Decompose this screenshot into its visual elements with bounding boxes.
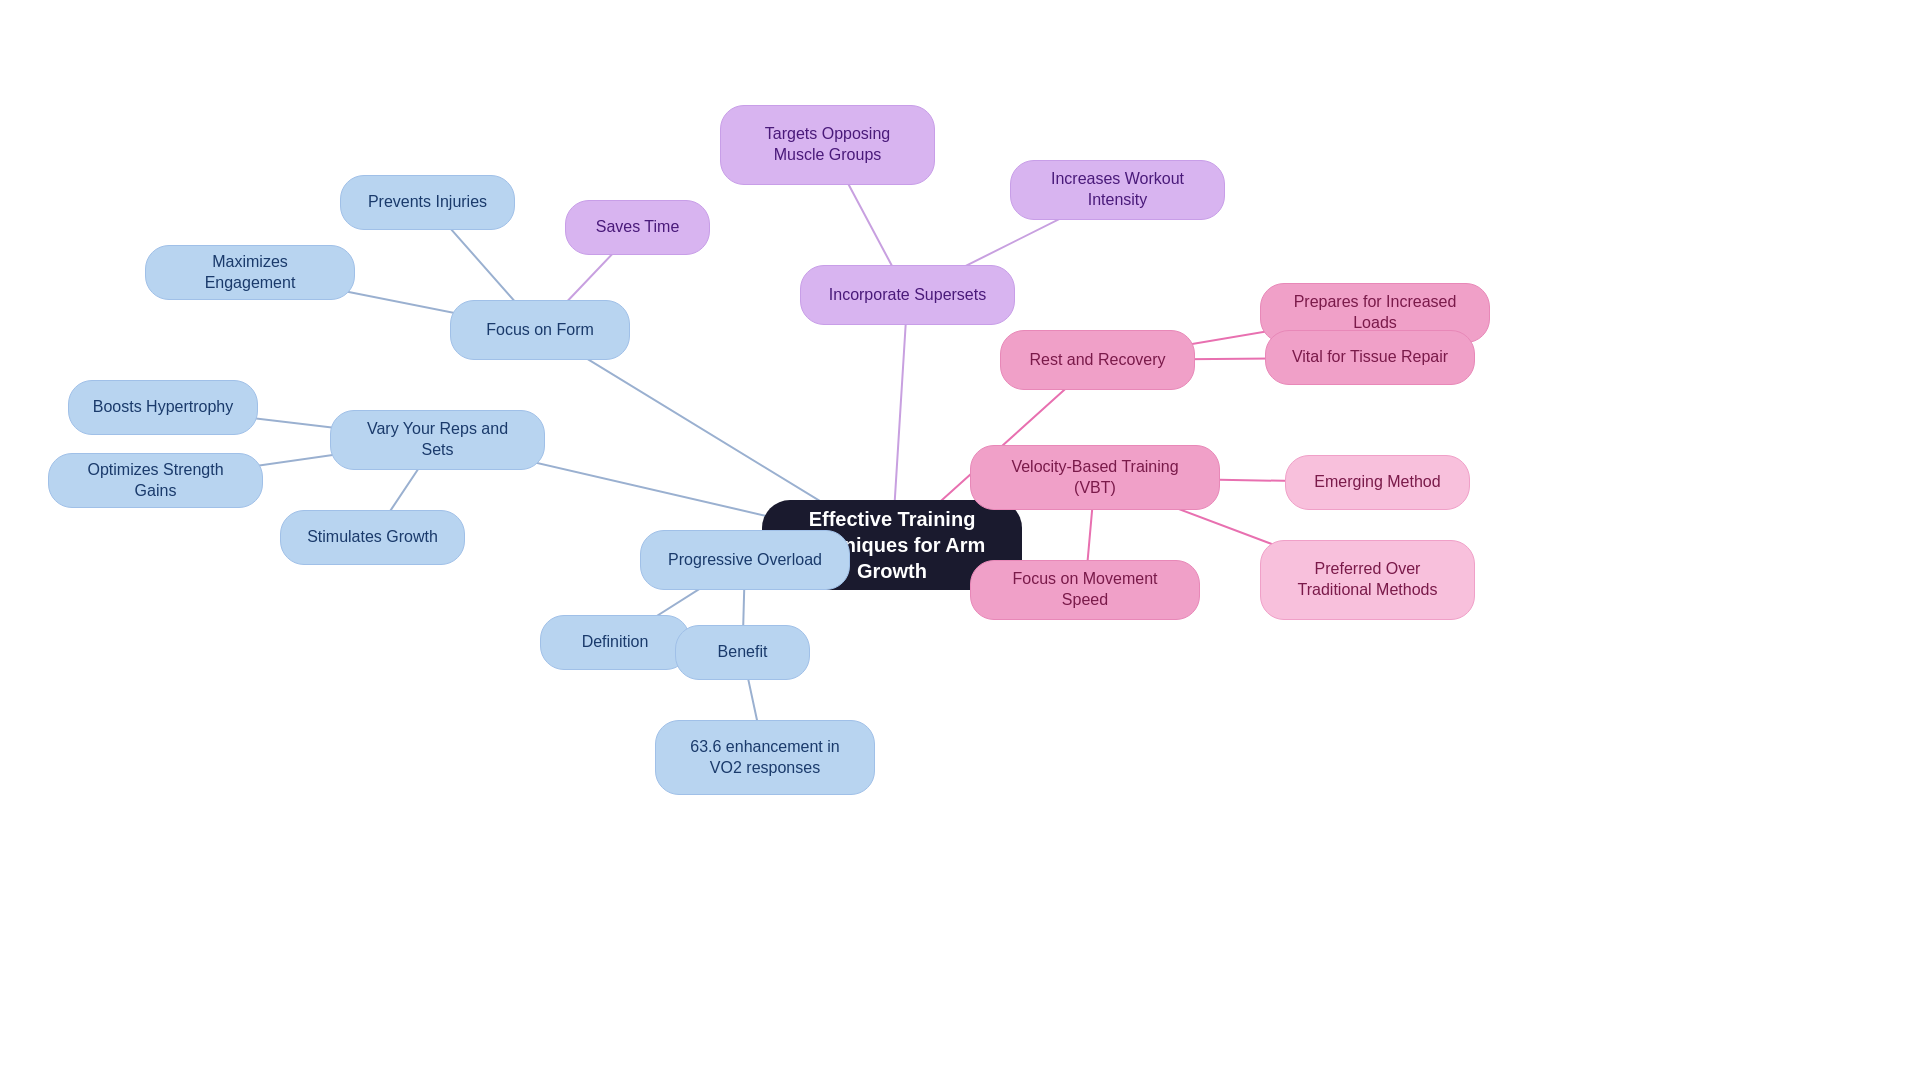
boosts-hypertrophy-node[interactable]: Boosts Hypertrophy <box>68 380 258 435</box>
preferred-traditional-node[interactable]: Preferred Over Traditional Methods <box>1260 540 1475 620</box>
emerging-method-node[interactable]: Emerging Method <box>1285 455 1470 510</box>
focus-form-label: Focus on Form <box>486 320 594 341</box>
targets-opposing-label: Targets Opposing Muscle Groups <box>741 124 914 166</box>
stimulates-growth-node[interactable]: Stimulates Growth <box>280 510 465 565</box>
prevents-injuries-label: Prevents Injuries <box>368 192 487 213</box>
focus-movement-node[interactable]: Focus on Movement Speed <box>970 560 1200 620</box>
maximizes-engagement-node[interactable]: Maximizes Engagement <box>145 245 355 300</box>
svg-line-7 <box>388 465 421 515</box>
svg-line-13 <box>846 180 893 268</box>
svg-line-10 <box>743 590 744 625</box>
stimulates-growth-label: Stimulates Growth <box>307 527 438 548</box>
vary-reps-label: Vary Your Reps and Sets <box>351 419 524 461</box>
progressive-overload-node[interactable]: Progressive Overload <box>640 530 850 590</box>
increases-workout-label: Increases Workout Intensity <box>1031 169 1204 211</box>
definition-node[interactable]: Definition <box>540 615 690 670</box>
increases-workout-node[interactable]: Increases Workout Intensity <box>1010 160 1225 220</box>
saves-time-label: Saves Time <box>596 217 680 238</box>
optimizes-strength-node[interactable]: Optimizes Strength Gains <box>48 453 263 508</box>
incorporate-supersets-label: Incorporate Supersets <box>829 285 986 306</box>
rest-recovery-label: Rest and Recovery <box>1029 350 1165 371</box>
vary-reps-node[interactable]: Vary Your Reps and Sets <box>330 410 545 470</box>
svg-line-12 <box>895 325 906 500</box>
svg-line-1 <box>446 223 520 307</box>
progressive-overload-label: Progressive Overload <box>668 550 822 571</box>
maximizes-engagement-label: Maximizes Engagement <box>166 252 334 294</box>
prevents-injuries-node[interactable]: Prevents Injuries <box>340 175 515 230</box>
prepares-loads-label: Prepares for Increased Loads <box>1281 292 1469 334</box>
vital-tissue-label: Vital for Tissue Repair <box>1292 347 1448 368</box>
incorporate-supersets-node[interactable]: Incorporate Supersets <box>800 265 1015 325</box>
vbt-label: Velocity-Based Training (VBT) <box>991 457 1199 499</box>
benefit-node[interactable]: Benefit <box>675 625 810 680</box>
vo2-node[interactable]: 63.6 enhancement in VO2 responses <box>655 720 875 795</box>
optimizes-strength-label: Optimizes Strength Gains <box>69 460 242 502</box>
svg-line-20 <box>1088 510 1092 560</box>
svg-line-0 <box>566 346 854 522</box>
definition-label: Definition <box>582 632 649 653</box>
svg-line-11 <box>748 679 757 720</box>
focus-movement-label: Focus on Movement Speed <box>991 569 1179 611</box>
vital-tissue-node[interactable]: Vital for Tissue Repair <box>1265 330 1475 385</box>
rest-recovery-node[interactable]: Rest and Recovery <box>1000 330 1195 390</box>
saves-time-node[interactable]: Saves Time <box>565 200 710 255</box>
vbt-node[interactable]: Velocity-Based Training (VBT) <box>970 445 1220 510</box>
benefit-label: Benefit <box>718 642 768 663</box>
vo2-label: 63.6 enhancement in VO2 responses <box>676 737 854 779</box>
focus-form-node[interactable]: Focus on Form <box>450 300 630 360</box>
targets-opposing-node[interactable]: Targets Opposing Muscle Groups <box>720 105 935 185</box>
preferred-traditional-label: Preferred Over Traditional Methods <box>1281 559 1454 601</box>
emerging-method-label: Emerging Method <box>1314 472 1440 493</box>
boosts-hypertrophy-label: Boosts Hypertrophy <box>93 397 234 418</box>
